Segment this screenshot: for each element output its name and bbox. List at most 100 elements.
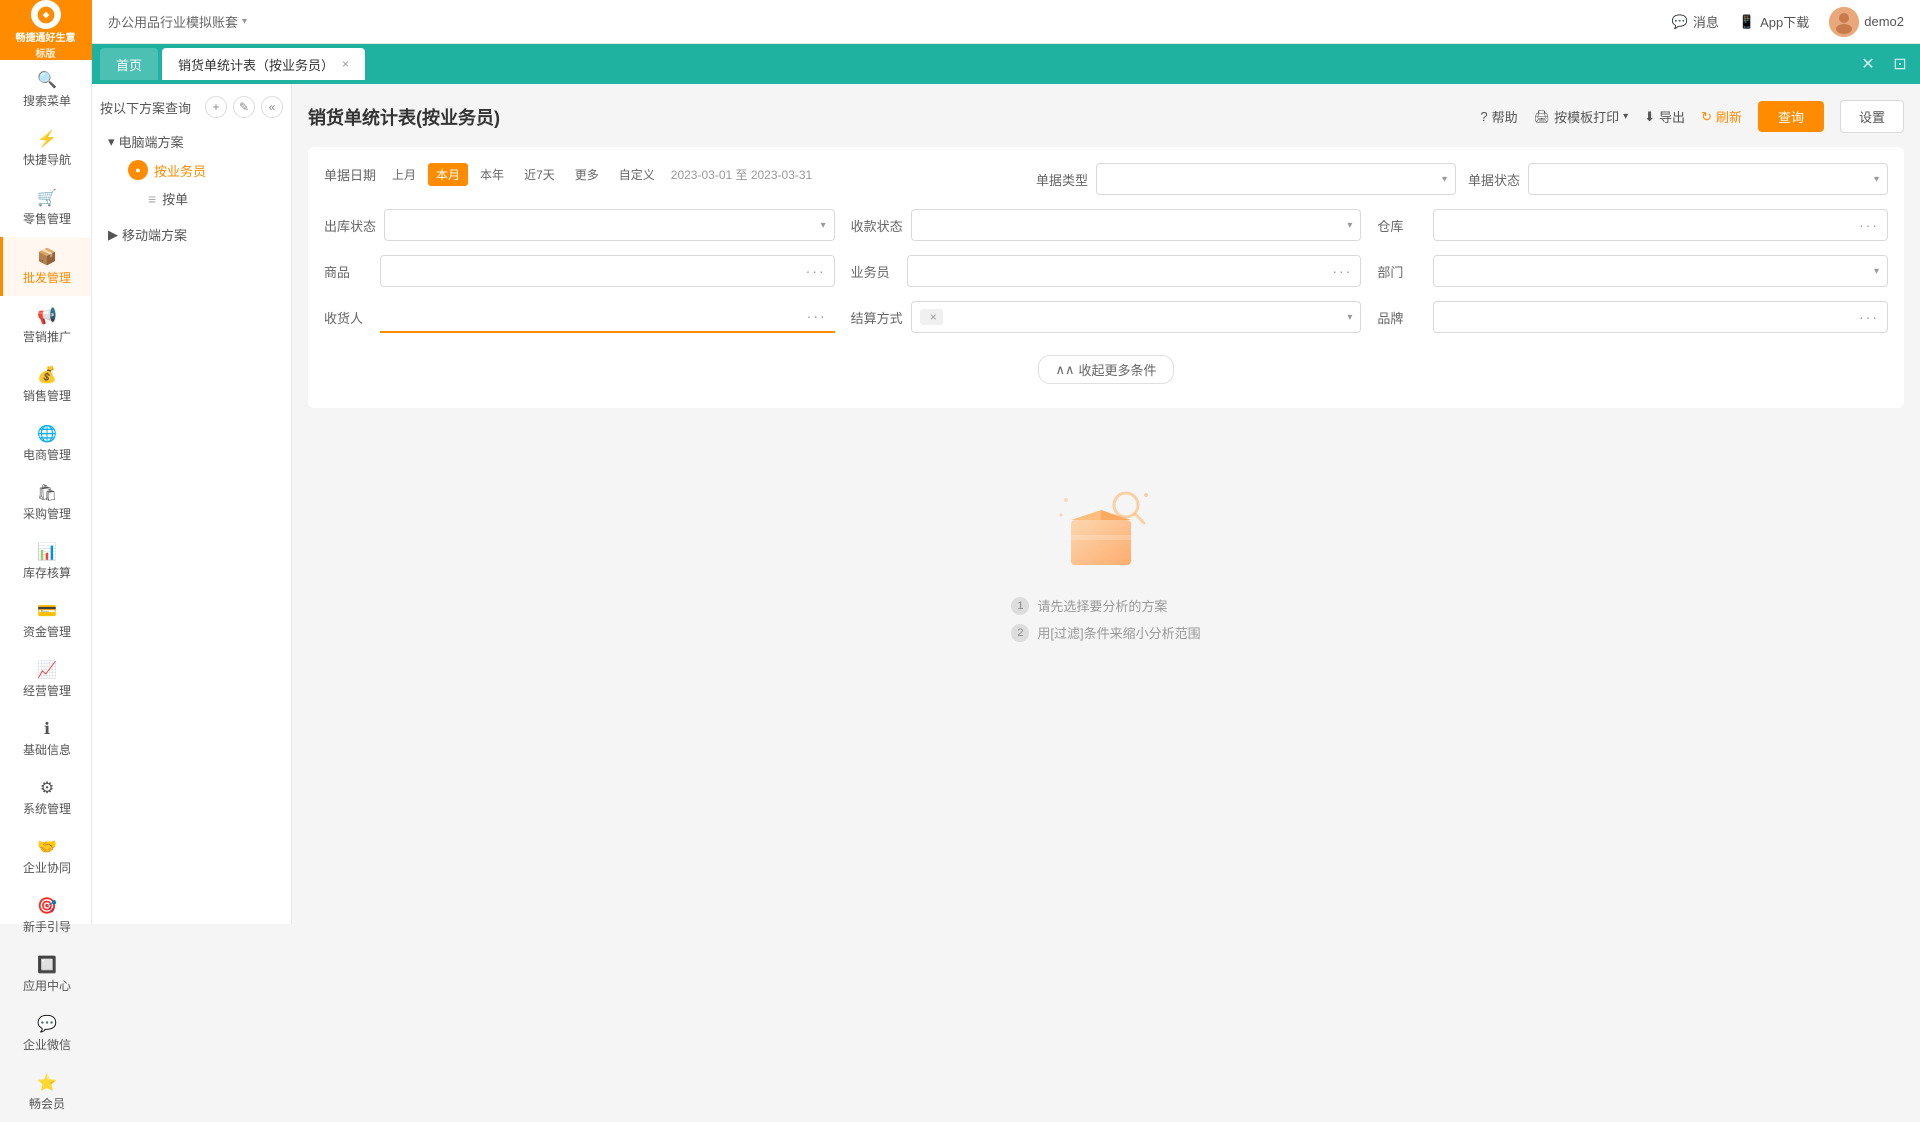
empty-illustration: [1046, 480, 1166, 580]
out-status-control[interactable]: ▾: [384, 209, 835, 241]
help-button[interactable]: ? 帮助: [1480, 107, 1517, 126]
collapse-button[interactable]: ∧∧ 收起更多条件: [1038, 355, 1173, 384]
sidebar-item-member[interactable]: ⭐ 畅会员: [0, 1063, 91, 1122]
brand-control[interactable]: ···: [1433, 301, 1888, 333]
sidebar-item-label-system: 系统管理: [7, 800, 87, 817]
collapse-label: 收起更多条件: [1079, 360, 1157, 379]
sidebar-item-inventory[interactable]: 📊 库存核算: [0, 532, 91, 591]
tab-close-all-button[interactable]: ✕: [1856, 52, 1880, 76]
warehouse-dots-icon: ···: [1859, 217, 1879, 233]
date-tab-this-year[interactable]: 本年: [472, 163, 512, 186]
date-tab-label-more: 更多: [575, 168, 599, 182]
date-tab-last7[interactable]: 近7天: [516, 163, 563, 186]
department-filter: 部门 ▾: [1377, 255, 1888, 287]
receipt-status-control[interactable]: ▾: [911, 209, 1362, 241]
settlement-filter: 结算方式 × ▾: [851, 301, 1362, 333]
app-download-icon: 📱: [1739, 14, 1755, 30]
sidebar-item-label-wholesale: 批发管理: [7, 269, 87, 286]
message-icon: 💬: [1672, 14, 1688, 30]
operations-icon: 📈: [7, 660, 87, 680]
sidebar-item-label-marketing: 营销推广: [7, 328, 87, 345]
app-download-button[interactable]: 📱 App下载: [1739, 12, 1809, 31]
template-print-label: 按模板打印: [1554, 107, 1619, 126]
sidebar-item-label-operations: 经营管理: [7, 682, 87, 699]
sidebar-item-basic[interactable]: ℹ 基础信息: [0, 709, 91, 768]
app-logo: 畅捷通好生意 标版: [0, 0, 92, 60]
sidebar-item-finance[interactable]: 💳 资金管理: [0, 591, 91, 650]
marketing-icon: 📢: [7, 306, 87, 326]
mobile-group-header[interactable]: ▶ 移动端方案: [100, 220, 283, 249]
refresh-label: 刷新: [1716, 107, 1742, 126]
sidebar-item-wechat[interactable]: 💬 企业微信: [0, 1004, 91, 1063]
settlement-clear-tag[interactable]: ×: [920, 309, 943, 325]
tree-sub-leaf-order[interactable]: ≡ 按单: [120, 185, 283, 212]
doc-type-control[interactable]: ▾: [1096, 163, 1456, 195]
tree-leaf-salesperson-label: 按业务员: [154, 161, 206, 180]
date-tab-last-month[interactable]: 上月: [384, 163, 424, 186]
account-switcher[interactable]: 办公用品行业模拟账套 ▾: [108, 12, 247, 31]
doc-status-control[interactable]: ▾: [1528, 163, 1888, 195]
sidebar-item-operations[interactable]: 📈 经营管理: [0, 650, 91, 709]
template-print-button[interactable]: 🖨 按模板打印 ▾: [1534, 107, 1629, 126]
query-button[interactable]: 查询: [1758, 101, 1824, 132]
settlement-clear-icon[interactable]: ×: [930, 310, 937, 324]
system-icon: ⚙: [7, 778, 87, 798]
sidebar-item-quick-nav[interactable]: ⚡ 快捷导航: [0, 119, 91, 178]
user-name: demo2: [1864, 14, 1904, 29]
print-dropdown-icon: ▾: [1623, 111, 1628, 122]
product-dots-icon: ···: [806, 263, 826, 279]
tree-leaf-salesperson[interactable]: ● 按业务员: [120, 155, 283, 185]
sidebar-item-purchase[interactable]: 🛍 采购管理: [0, 473, 91, 532]
page-title: 销货单统计表(按业务员): [308, 104, 500, 130]
search-menu-icon: 🔍: [7, 70, 87, 90]
date-tab-more[interactable]: 更多: [567, 163, 607, 186]
export-button[interactable]: ⬇ 导出: [1644, 107, 1685, 126]
message-label: 消息: [1693, 12, 1719, 31]
tab-sales-stat[interactable]: 销货单统计表（按业务员） ×: [162, 48, 365, 80]
add-icon: +: [212, 100, 219, 114]
leaf-icon: ●: [128, 160, 148, 180]
settings-button[interactable]: 设置: [1840, 100, 1904, 133]
product-control[interactable]: ···: [380, 255, 835, 287]
sidebar-item-marketing[interactable]: 📢 营销推广: [0, 296, 91, 355]
edit-scheme-button[interactable]: ✎: [233, 96, 255, 118]
tab-close-button[interactable]: ×: [342, 57, 349, 71]
date-tab-this-month[interactable]: 本月: [428, 163, 468, 186]
collapse-panel-button[interactable]: «: [261, 96, 283, 118]
sidebar-item-system[interactable]: ⚙ 系统管理: [0, 768, 91, 827]
product-filter: 商品 ···: [324, 255, 835, 287]
warehouse-filter: 仓库 ···: [1377, 209, 1888, 241]
user-profile[interactable]: demo2: [1829, 7, 1904, 37]
department-control[interactable]: ▾: [1433, 255, 1888, 287]
settlement-control[interactable]: × ▾: [911, 301, 1362, 333]
tip-num-1: 1: [1011, 597, 1029, 615]
consignee-control[interactable]: ···: [380, 301, 835, 333]
account-name: 办公用品行业模拟账套: [108, 12, 238, 31]
sidebar-item-apps[interactable]: 🔲 应用中心: [0, 945, 91, 1004]
date-tabs: 上月 本月 本年 近7天: [384, 163, 663, 186]
sidebar-item-wholesale[interactable]: 📦 批发管理: [0, 237, 91, 296]
sidebar-item-label-sales: 销售管理: [7, 387, 87, 404]
refresh-button[interactable]: ↻ 刷新: [1701, 107, 1742, 126]
tree-pc-group[interactable]: ▾ 电脑端方案: [100, 128, 283, 155]
tab-home[interactable]: 首页: [100, 48, 158, 80]
sidebar-item-ecommerce[interactable]: 🌐 电商管理: [0, 414, 91, 473]
message-button[interactable]: 💬 消息: [1672, 12, 1719, 31]
date-tab-custom[interactable]: 自定义: [611, 163, 663, 186]
collapse-up-icon: ∧∧: [1055, 362, 1074, 378]
salesperson-control[interactable]: ···: [907, 255, 1362, 287]
logo-subtext: 标版: [36, 45, 56, 60]
add-scheme-button[interactable]: +: [205, 96, 227, 118]
sidebar-item-sales[interactable]: 💰 销售管理: [0, 355, 91, 414]
basic-icon: ℹ: [7, 719, 87, 739]
tab-restore-button[interactable]: ⊡: [1888, 52, 1912, 76]
date-tab-label-this: 本月: [436, 168, 460, 182]
warehouse-control[interactable]: ···: [1433, 209, 1888, 241]
sidebar-item-retail[interactable]: 🛒 零售管理: [0, 178, 91, 237]
sidebar-item-search-menu[interactable]: 🔍 搜索菜单: [0, 60, 91, 119]
sidebar-item-enterprise[interactable]: 🤝 企业协同: [0, 827, 91, 886]
tree-mobile-group: ▶ 移动端方案: [100, 220, 283, 249]
date-tab-label-year: 本年: [480, 168, 504, 182]
account-chevron-icon: ▾: [242, 16, 247, 27]
sidebar-item-newbie[interactable]: 🎯 新手引导: [0, 886, 91, 945]
